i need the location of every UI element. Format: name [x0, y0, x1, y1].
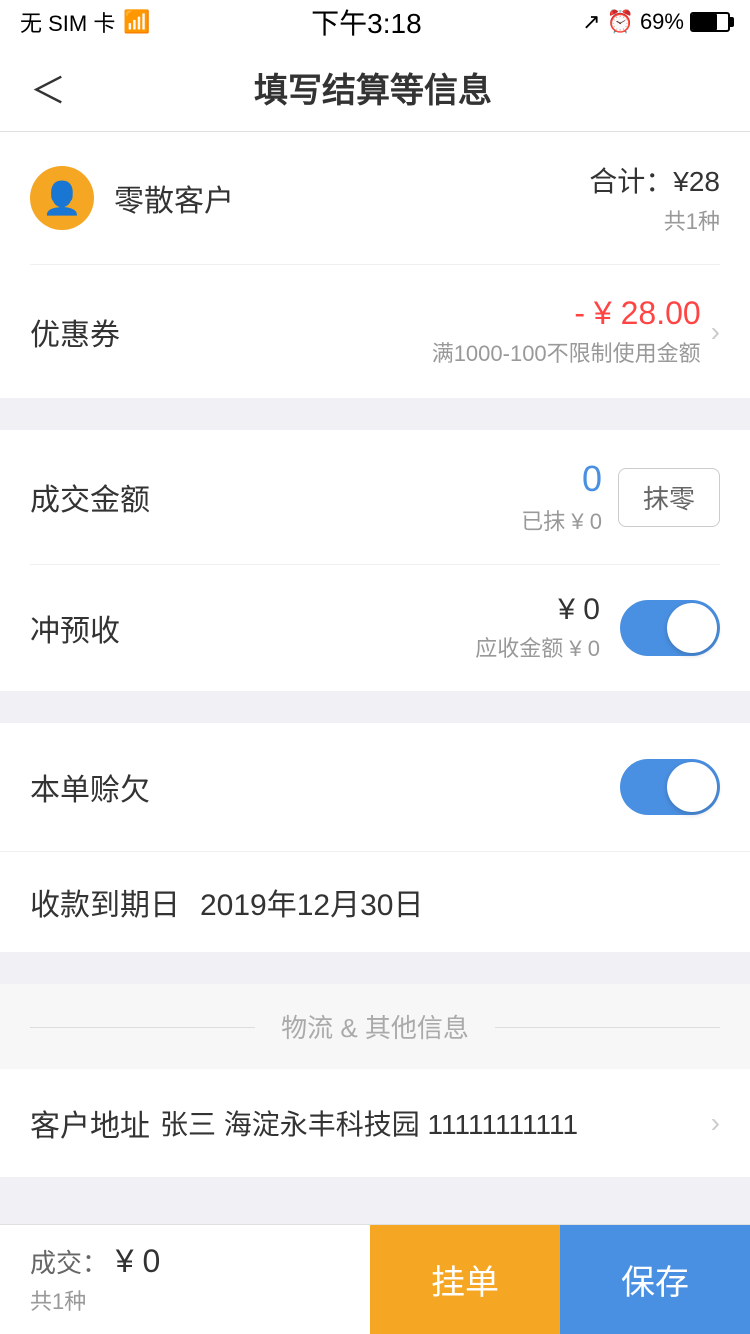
- transaction-section: 成交金额 0 已抹 ¥ 0 抹零 冲预收 ¥ 0 应收金额 ¥ 0: [0, 430, 750, 691]
- location-icon: ↗: [582, 9, 600, 35]
- amount-value[interactable]: 0: [521, 458, 602, 500]
- address-label: 客户地址: [30, 1101, 150, 1145]
- prepay-amount: ¥ 0: [475, 593, 600, 627]
- battery-percent: 69%: [640, 9, 684, 35]
- transaction-right: 0 已抹 ¥ 0 抹零: [521, 458, 720, 536]
- prepay-sub: 应收金额 ¥ 0: [475, 631, 600, 663]
- customer-right: 合计：¥28 共1种: [589, 160, 720, 236]
- bottom-info: 成交： ¥ 0 共1种: [0, 1243, 370, 1316]
- status-bar: 无 SIM 卡 📶 下午3:18 ↗ ⏰ 69%: [0, 0, 750, 44]
- logistics-label: 物流 & 其他信息: [265, 1008, 485, 1045]
- sim-status: 无 SIM 卡: [20, 6, 115, 38]
- customer-section: 👤 零散客户 合计：¥28 共1种 优惠券 - ¥ 28.00 满1000-10…: [0, 132, 750, 398]
- page-title: 填写结算等信息: [86, 63, 660, 112]
- transaction-amount-row: 成交金额 0 已抹 ¥ 0 抹零: [0, 430, 750, 564]
- gray-separator-3: [0, 968, 750, 984]
- prepay-label: 冲预收: [30, 606, 120, 650]
- prepay-right: ¥ 0 应收金额 ¥ 0: [475, 593, 720, 663]
- debt-toggle-knob: [667, 762, 717, 812]
- coupon-right: - ¥ 28.00 满1000-100不限制使用金额 ›: [432, 295, 720, 368]
- prepay-toggle[interactable]: [620, 600, 720, 656]
- coupon-label: 优惠券: [30, 310, 120, 354]
- address-row[interactable]: 客户地址 张三 海淀永丰科技园 11111111111 ›: [0, 1069, 750, 1177]
- amount-sub: 已抹 ¥ 0: [521, 504, 602, 536]
- amount-area: 0 已抹 ¥ 0: [521, 458, 602, 536]
- logistics-header: 物流 & 其他信息: [0, 984, 750, 1069]
- avatar: 👤: [30, 166, 94, 230]
- address-chevron-icon: ›: [711, 1107, 720, 1139]
- back-button[interactable]: ＜: [30, 52, 86, 124]
- customer-name: 零散客户: [114, 176, 234, 220]
- status-time: 下午3:18: [311, 2, 422, 42]
- hang-button[interactable]: 挂单: [370, 1225, 560, 1334]
- bottom-deal-amount: ¥ 0: [116, 1243, 160, 1279]
- round-button[interactable]: 抹零: [618, 468, 720, 527]
- customer-row: 👤 零散客户 合计：¥28 共1种: [0, 132, 750, 264]
- bottom-bar: 成交： ¥ 0 共1种 挂单 保存: [0, 1224, 750, 1334]
- prepay-amount-area: ¥ 0 应收金额 ¥ 0: [475, 593, 600, 663]
- due-date-row: 收款到期日 2019年12月30日: [0, 851, 750, 952]
- prepay-row: 冲预收 ¥ 0 应收金额 ¥ 0: [0, 565, 750, 691]
- debt-label: 本单赊欠: [30, 765, 150, 809]
- coupon-discount: - ¥ 28.00: [432, 295, 701, 332]
- debt-section: 本单赊欠 收款到期日 2019年12月30日: [0, 723, 750, 952]
- coupon-desc: 满1000-100不限制使用金额: [432, 336, 701, 368]
- coupon-info: - ¥ 28.00 满1000-100不限制使用金额: [432, 295, 701, 368]
- gray-separator-2: [0, 707, 750, 723]
- customer-left: 👤 零散客户: [30, 166, 234, 230]
- total-count: 共1种: [589, 204, 720, 236]
- address-value: 张三 海淀永丰科技园 11111111111: [160, 1103, 701, 1143]
- alarm-icon: ⏰: [607, 9, 634, 35]
- coupon-row[interactable]: 优惠券 - ¥ 28.00 满1000-100不限制使用金额 ›: [0, 265, 750, 398]
- bottom-deal-row: 成交： ¥ 0: [30, 1243, 340, 1280]
- bottom-count: 共1种: [30, 1284, 340, 1316]
- debt-toggle[interactable]: [620, 759, 720, 815]
- gray-separator-1: [0, 414, 750, 430]
- battery-icon: [690, 12, 730, 32]
- status-right: ↗ ⏰ 69%: [582, 9, 730, 35]
- avatar-icon: 👤: [42, 179, 82, 217]
- due-date-value: 2019年12月30日: [200, 880, 423, 924]
- bottom-deal-label: 成交：: [30, 1248, 108, 1278]
- wifi-icon: 📶: [123, 9, 150, 35]
- debt-row: 本单赊欠: [0, 723, 750, 851]
- transaction-label: 成交金额: [30, 475, 150, 519]
- status-left: 无 SIM 卡 📶: [20, 6, 151, 38]
- due-date-label: 收款到期日: [30, 880, 180, 924]
- save-button[interactable]: 保存: [560, 1225, 750, 1334]
- toggle-knob: [667, 603, 717, 653]
- nav-bar: ＜ 填写结算等信息: [0, 44, 750, 132]
- coupon-chevron-icon: ›: [711, 316, 720, 348]
- total-amount: 合计：¥28: [589, 160, 720, 200]
- logistics-section: 物流 & 其他信息 客户地址 张三 海淀永丰科技园 11111111111 ›: [0, 984, 750, 1177]
